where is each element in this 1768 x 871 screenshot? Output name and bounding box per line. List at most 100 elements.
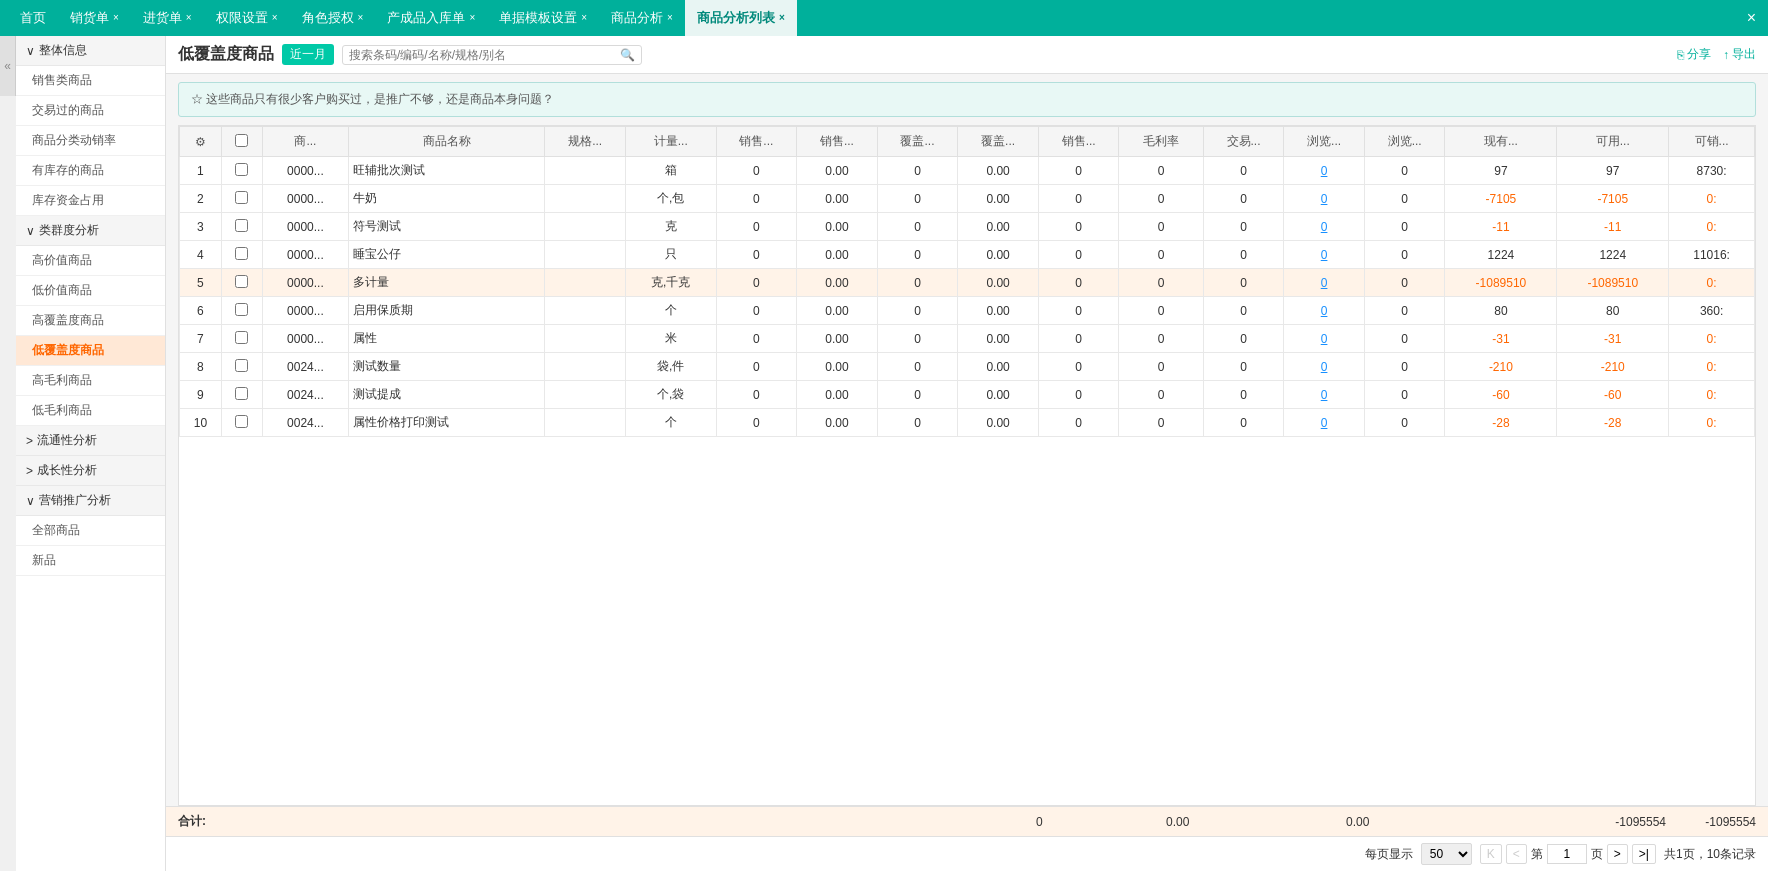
row-checkbox[interactable] (221, 381, 262, 409)
share-button[interactable]: ⎘ 分享 (1677, 46, 1711, 63)
sidebar-item-stock-capital[interactable]: 库存资金占用 (16, 186, 165, 216)
row-select-checkbox[interactable] (235, 387, 248, 400)
sidebar-item-category-rate[interactable]: 商品分类动销率 (16, 126, 165, 156)
row-sellable: 0: (1669, 325, 1755, 353)
sidebar-toggle[interactable]: « (0, 36, 16, 96)
col-browse1[interactable]: 浏览... (1284, 127, 1365, 157)
sidebar-section-growth[interactable]: > 成长性分析 (16, 456, 165, 486)
nav-product-analysis-close[interactable]: × (667, 0, 673, 36)
nav-template[interactable]: 单据模板设置 × (487, 0, 599, 36)
col-available[interactable]: 可用... (1557, 127, 1669, 157)
settings-icon[interactable]: ⚙ (195, 135, 206, 149)
row-checkbox[interactable] (221, 297, 262, 325)
row-browse1[interactable]: 0 (1284, 185, 1365, 213)
row-browse1[interactable]: 0 (1284, 269, 1365, 297)
col-name[interactable]: 商品名称 (348, 127, 545, 157)
row-browse1[interactable]: 0 (1284, 325, 1365, 353)
sidebar-item-high-margin[interactable]: 高毛利商品 (16, 366, 165, 396)
search-input[interactable] (349, 48, 620, 62)
nav-purchase[interactable]: 进货单 × (131, 0, 204, 36)
nav-product-analysis-list-close[interactable]: × (779, 0, 785, 36)
col-settings[interactable]: ⚙ (180, 127, 222, 157)
row-select-checkbox[interactable] (235, 275, 248, 288)
nav-sales-close[interactable]: × (113, 0, 119, 36)
sidebar-item-high-value[interactable]: 高价值商品 (16, 246, 165, 276)
export-button[interactable]: ↑ 导出 (1723, 46, 1756, 63)
nav-permissions[interactable]: 权限设置 × (204, 0, 290, 36)
sidebar-item-low-coverage[interactable]: 低覆盖度商品 (16, 336, 165, 366)
col-spec[interactable]: 规格... (545, 127, 626, 157)
col-browse2[interactable]: 浏览... (1364, 127, 1445, 157)
row-browse1[interactable]: 0 (1284, 297, 1365, 325)
first-page-button[interactable]: K (1480, 844, 1502, 864)
row-browse1[interactable]: 0 (1284, 409, 1365, 437)
row-checkbox[interactable] (221, 213, 262, 241)
nav-roles[interactable]: 角色授权 × (290, 0, 376, 36)
row-browse1[interactable]: 0 (1284, 213, 1365, 241)
row-checkbox[interactable] (221, 157, 262, 185)
sidebar-item-new-goods[interactable]: 新品 (16, 546, 165, 576)
sidebar-item-all-goods[interactable]: 全部商品 (16, 516, 165, 546)
nav-roles-close[interactable]: × (358, 0, 364, 36)
col-gross-rate[interactable]: 毛利率 (1119, 127, 1203, 157)
row-checkbox[interactable] (221, 241, 262, 269)
nav-product-entry[interactable]: 产成品入库单 × (375, 0, 487, 36)
nav-purchase-close[interactable]: × (186, 0, 192, 36)
col-current[interactable]: 现有... (1445, 127, 1557, 157)
row-checkbox[interactable] (221, 353, 262, 381)
nav-home[interactable]: 首页 (8, 0, 58, 36)
col-sellable[interactable]: 可销... (1669, 127, 1755, 157)
nav-product-analysis-list[interactable]: 商品分析列表 × (685, 0, 797, 36)
select-all-checkbox[interactable] (235, 134, 248, 147)
row-select-checkbox[interactable] (235, 191, 248, 204)
row-select-checkbox[interactable] (235, 247, 248, 260)
row-checkbox[interactable] (221, 269, 262, 297)
filter-button[interactable]: 近一月 (282, 44, 334, 65)
sidebar-section-marketing[interactable]: ∨ 营销推广分析 (16, 486, 165, 516)
row-select-checkbox[interactable] (235, 331, 248, 344)
sidebar-item-low-value[interactable]: 低价值商品 (16, 276, 165, 306)
per-page-select[interactable]: 50 20 100 200 (1421, 843, 1472, 865)
sidebar-section-cluster[interactable]: ∨ 类群度分析 (16, 216, 165, 246)
nav-sales[interactable]: 销货单 × (58, 0, 131, 36)
row-select-checkbox[interactable] (235, 163, 248, 176)
sidebar-item-low-margin[interactable]: 低毛利商品 (16, 396, 165, 426)
sidebar-item-stock-goods[interactable]: 有库存的商品 (16, 156, 165, 186)
row-browse1[interactable]: 0 (1284, 241, 1365, 269)
nav-product-analysis[interactable]: 商品分析 × (599, 0, 685, 36)
row-browse1[interactable]: 0 (1284, 157, 1365, 185)
window-close-button[interactable]: × (1743, 5, 1760, 31)
sidebar-item-sales-goods[interactable]: 销售类商品 (16, 66, 165, 96)
last-page-button[interactable]: >| (1632, 844, 1656, 864)
row-browse1[interactable]: 0 (1284, 381, 1365, 409)
search-icon[interactable]: 🔍 (620, 48, 635, 62)
row-select-checkbox[interactable] (235, 415, 248, 428)
row-checkbox[interactable] (221, 409, 262, 437)
col-cov1[interactable]: 覆盖... (877, 127, 958, 157)
col-code[interactable]: 商... (263, 127, 349, 157)
prev-page-button[interactable]: < (1506, 844, 1527, 864)
col-trans[interactable]: 交易... (1203, 127, 1284, 157)
nav-product-entry-close[interactable]: × (469, 0, 475, 36)
col-sales-count[interactable]: 销售... (716, 127, 797, 157)
sidebar-item-high-coverage[interactable]: 高覆盖度商品 (16, 306, 165, 336)
next-page-button[interactable]: > (1607, 844, 1628, 864)
row-code: 0024... (263, 353, 349, 381)
nav-template-close[interactable]: × (581, 0, 587, 36)
row-checkbox[interactable] (221, 325, 262, 353)
col-cov2[interactable]: 覆盖... (958, 127, 1039, 157)
row-select-checkbox[interactable] (235, 359, 248, 372)
row-select-checkbox[interactable] (235, 219, 248, 232)
row-select-checkbox[interactable] (235, 303, 248, 316)
page-number-input[interactable] (1547, 844, 1587, 864)
row-checkbox[interactable] (221, 185, 262, 213)
col-unit[interactable]: 计量... (625, 127, 716, 157)
row-browse1[interactable]: 0 (1284, 353, 1365, 381)
col-sales-amount[interactable]: 销售... (797, 127, 878, 157)
col-sales-extra[interactable]: 销售... (1038, 127, 1119, 157)
sidebar-section-flow[interactable]: > 流通性分析 (16, 426, 165, 456)
nav-permissions-close[interactable]: × (272, 0, 278, 36)
sidebar-section-overall[interactable]: ∨ 整体信息 (16, 36, 165, 66)
row-name: 测试提成 (348, 381, 545, 409)
sidebar-item-traded-goods[interactable]: 交易过的商品 (16, 96, 165, 126)
